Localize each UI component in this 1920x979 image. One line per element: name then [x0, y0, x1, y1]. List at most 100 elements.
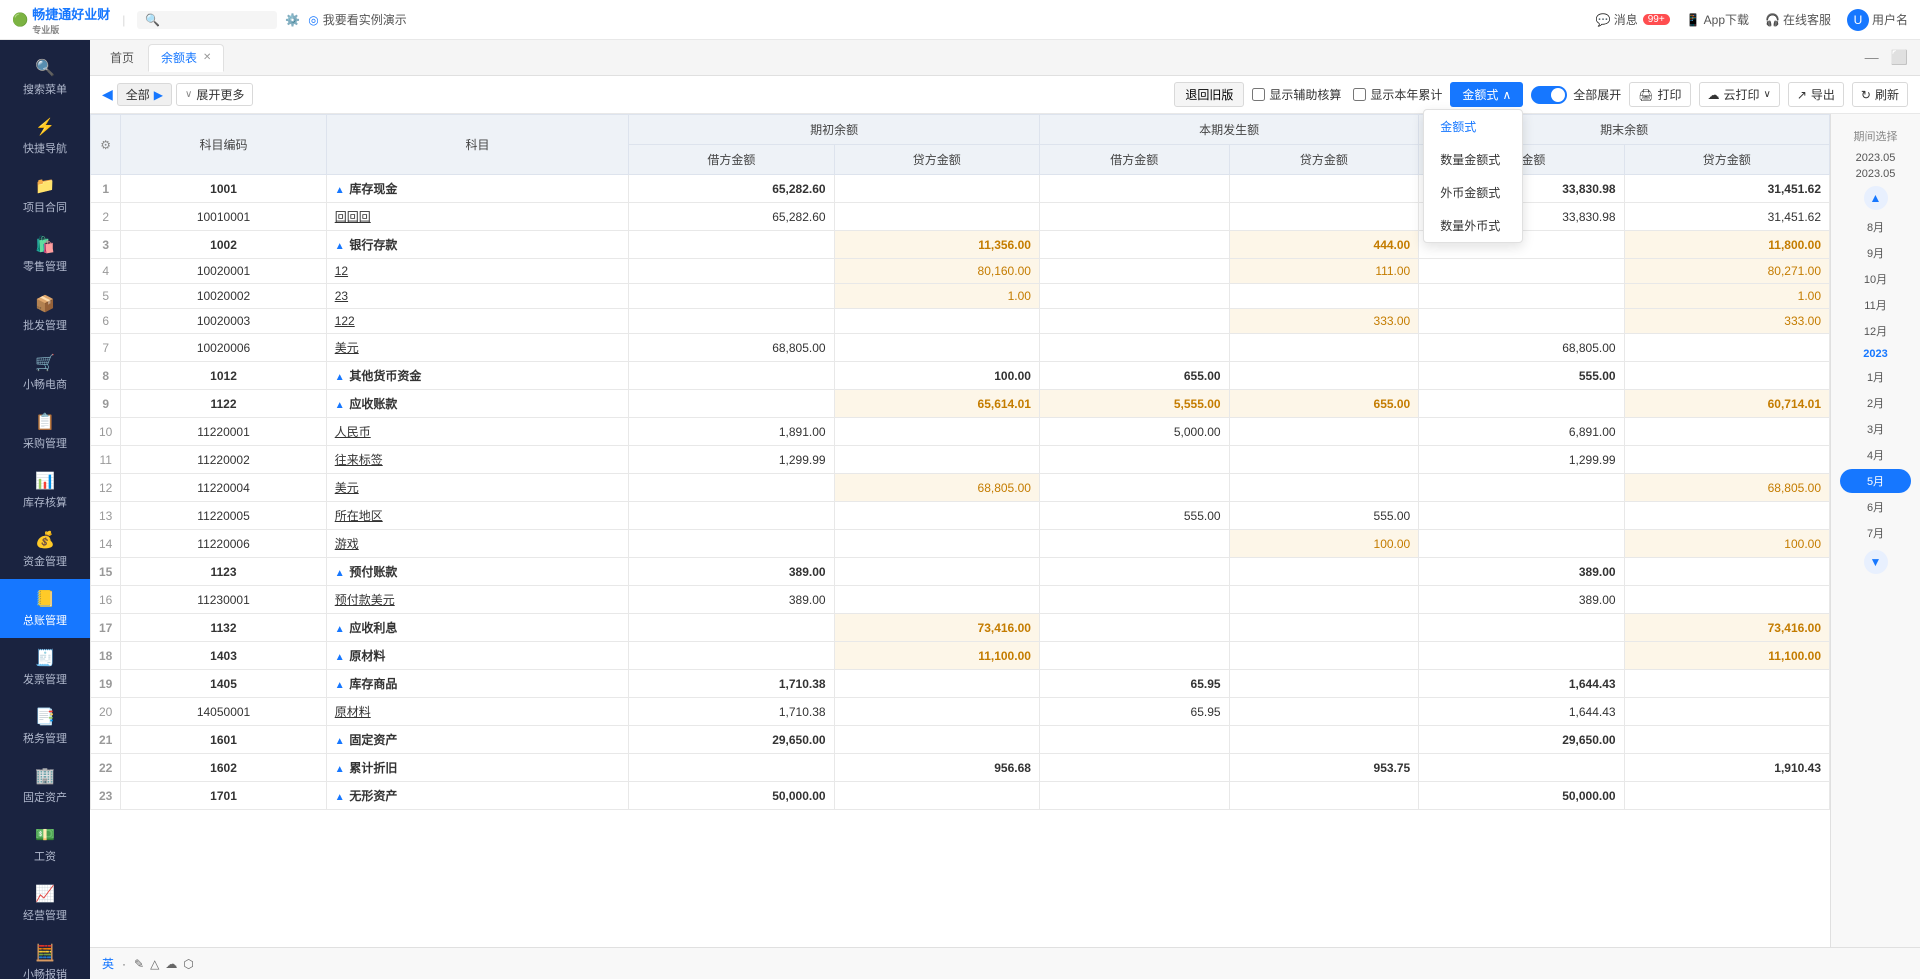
month-2[interactable]: 2月	[1840, 391, 1911, 415]
back-btn[interactable]: 退回旧版	[1174, 82, 1244, 107]
account-link[interactable]: 回回回	[335, 210, 371, 224]
bottom-icon-2[interactable]: △	[150, 957, 159, 971]
export-btn[interactable]: ↗ 导出	[1788, 82, 1844, 107]
bottom-icon-1[interactable]: ✎	[134, 957, 144, 971]
sidebar-item-purchase[interactable]: 📋 采购管理	[0, 402, 90, 461]
expand-arrow[interactable]: ▲	[335, 792, 348, 803]
cell-name[interactable]: 美元	[326, 474, 629, 502]
tab-minimize-btn[interactable]: —	[1861, 49, 1883, 66]
sidebar-item-invoice[interactable]: 🧾 发票管理	[0, 638, 90, 697]
cell-name[interactable]: 游戏	[326, 530, 629, 558]
account-link[interactable]: 人民币	[335, 425, 371, 439]
account-link[interactable]: 所在地区	[335, 509, 383, 523]
account-link[interactable]: 往来标签	[335, 453, 383, 467]
toggle-switch[interactable]	[1531, 86, 1567, 104]
month-7[interactable]: 7月	[1840, 521, 1911, 545]
sidebar-item-ledger[interactable]: 📒 总账管理	[0, 579, 90, 638]
sidebar-item-project[interactable]: 📁 项目合同	[0, 166, 90, 225]
cell-name[interactable]: 往来标签	[326, 446, 629, 474]
expand-arrow[interactable]: ▲	[335, 568, 348, 579]
sidebar-item-quicknav[interactable]: ⚡ 快捷导航	[0, 107, 90, 166]
ytd-checkbox-input[interactable]	[1353, 88, 1366, 101]
tab-home[interactable]: 首页	[98, 44, 146, 72]
cell-name[interactable]: ▲ 银行存款	[326, 231, 629, 259]
demo-link[interactable]: ◎ 我要看实例演示	[308, 11, 407, 28]
expand-arrow[interactable]: ▲	[335, 652, 348, 663]
month-1[interactable]: 1月	[1840, 365, 1911, 389]
month-5[interactable]: 5月	[1840, 469, 1911, 493]
cell-name[interactable]: 美元	[326, 334, 629, 362]
sidebar-item-asset[interactable]: 🏢 固定资产	[0, 756, 90, 815]
month-6[interactable]: 6月	[1840, 495, 1911, 519]
cell-name[interactable]: ▲ 应收利息	[326, 614, 629, 642]
cell-name[interactable]: 23	[326, 284, 629, 309]
sidebar-item-tax[interactable]: 📑 税务管理	[0, 697, 90, 756]
table-area[interactable]: ⚙ 科目编码 科目 期初余额 本期发生额 期末余额 借方金额 贷方金额 借方金额	[90, 114, 1830, 947]
cell-name[interactable]: 预付款美元	[326, 586, 629, 614]
cell-name[interactable]: ▲ 预付账款	[326, 558, 629, 586]
bottom-icon-4[interactable]: ⬡	[183, 957, 193, 971]
refresh-btn[interactable]: ↻ 刷新	[1852, 82, 1908, 107]
app-download-btn[interactable]: 📱 App下载	[1686, 11, 1749, 28]
cell-name[interactable]: 12	[326, 259, 629, 284]
period-down-btn[interactable]: ▼	[1864, 550, 1888, 574]
sidebar-item-operations[interactable]: 📈 经营管理	[0, 874, 90, 933]
sidebar-item-wholesale[interactable]: 📦 批发管理	[0, 284, 90, 343]
month-4[interactable]: 4月	[1840, 443, 1911, 467]
account-link[interactable]: 12	[335, 264, 348, 278]
account-link[interactable]: 游戏	[335, 537, 359, 551]
cell-name[interactable]: ▲ 原材料	[326, 642, 629, 670]
subsidiary-checkbox-input[interactable]	[1252, 88, 1265, 101]
sidebar-item-inventory[interactable]: 📊 库存核算	[0, 461, 90, 520]
cell-name[interactable]: ▲ 固定资产	[326, 726, 629, 754]
dropdown-item-amount[interactable]: 金额式	[1424, 110, 1522, 143]
sidebar-item-search[interactable]: 🔍 搜索菜单	[0, 48, 90, 107]
account-link[interactable]: 美元	[335, 481, 359, 495]
cell-name[interactable]: 原材料	[326, 698, 629, 726]
month-12[interactable]: 12月	[1840, 319, 1911, 343]
lang-switch[interactable]: 英	[102, 955, 114, 972]
month-8[interactable]: 8月	[1840, 215, 1911, 239]
dropdown-item-qty-foreign[interactable]: 数量外币式	[1424, 209, 1522, 242]
breadcrumb-arrow-icon[interactable]: ▶	[154, 88, 163, 102]
tab-maximize-btn[interactable]: ⬜	[1887, 49, 1912, 66]
account-link[interactable]: 原材料	[335, 705, 371, 719]
expand-arrow[interactable]: ▲	[335, 680, 348, 691]
month-3[interactable]: 3月	[1840, 417, 1911, 441]
expand-arrow[interactable]: ▲	[335, 372, 348, 383]
show-ytd-checkbox[interactable]: 显示本年累计	[1353, 86, 1442, 103]
dropdown-item-foreign[interactable]: 外币金额式	[1424, 176, 1522, 209]
cell-name[interactable]: ▲ 应收账款	[326, 390, 629, 418]
month-9[interactable]: 9月	[1840, 241, 1911, 265]
period-up-btn[interactable]: ▲	[1864, 186, 1888, 210]
account-link[interactable]: 美元	[335, 341, 359, 355]
cell-name[interactable]: 所在地区	[326, 502, 629, 530]
cell-name[interactable]: ▲ 库存商品	[326, 670, 629, 698]
account-link[interactable]: 23	[335, 289, 348, 303]
expand-arrow[interactable]: ▲	[335, 624, 348, 635]
account-link[interactable]: 预付款美元	[335, 593, 395, 607]
amount-mode-btn[interactable]: 金额式 ∧	[1450, 82, 1523, 107]
expand-more-btn[interactable]: ∨ 展开更多	[176, 83, 253, 106]
user-btn[interactable]: U 用户名	[1847, 9, 1908, 31]
month-11[interactable]: 11月	[1840, 293, 1911, 317]
settings-icon[interactable]: ⚙️	[285, 13, 300, 27]
sidebar-item-retail[interactable]: 🛍️ 零售管理	[0, 225, 90, 284]
print-btn[interactable]: 🖨 打印	[1629, 82, 1690, 107]
expand-all-toggle[interactable]: 全部展开	[1531, 86, 1621, 104]
expand-arrow[interactable]: ▲	[335, 764, 348, 775]
cell-name[interactable]: 122	[326, 309, 629, 334]
cell-name[interactable]: ▲ 累计折旧	[326, 754, 629, 782]
tab-close-icon[interactable]: ✕	[203, 52, 211, 63]
show-subsidiary-checkbox[interactable]: 显示辅助核算	[1252, 86, 1341, 103]
sidebar-item-salary[interactable]: 💵 工资	[0, 815, 90, 874]
breadcrumb-back-icon[interactable]: ◀	[102, 86, 113, 103]
expand-arrow[interactable]: ▲	[335, 736, 348, 747]
settings-gear-icon[interactable]: ⚙	[99, 138, 112, 152]
expand-arrow[interactable]: ▲	[335, 185, 348, 196]
sidebar-item-reports[interactable]: 🧮 小畅报销	[0, 933, 90, 979]
search-bar[interactable]: 🔍	[137, 11, 277, 29]
cell-name[interactable]: 回回回	[326, 203, 629, 231]
expand-arrow[interactable]: ▲	[335, 241, 348, 252]
cell-name[interactable]: ▲ 无形资产	[326, 782, 629, 810]
